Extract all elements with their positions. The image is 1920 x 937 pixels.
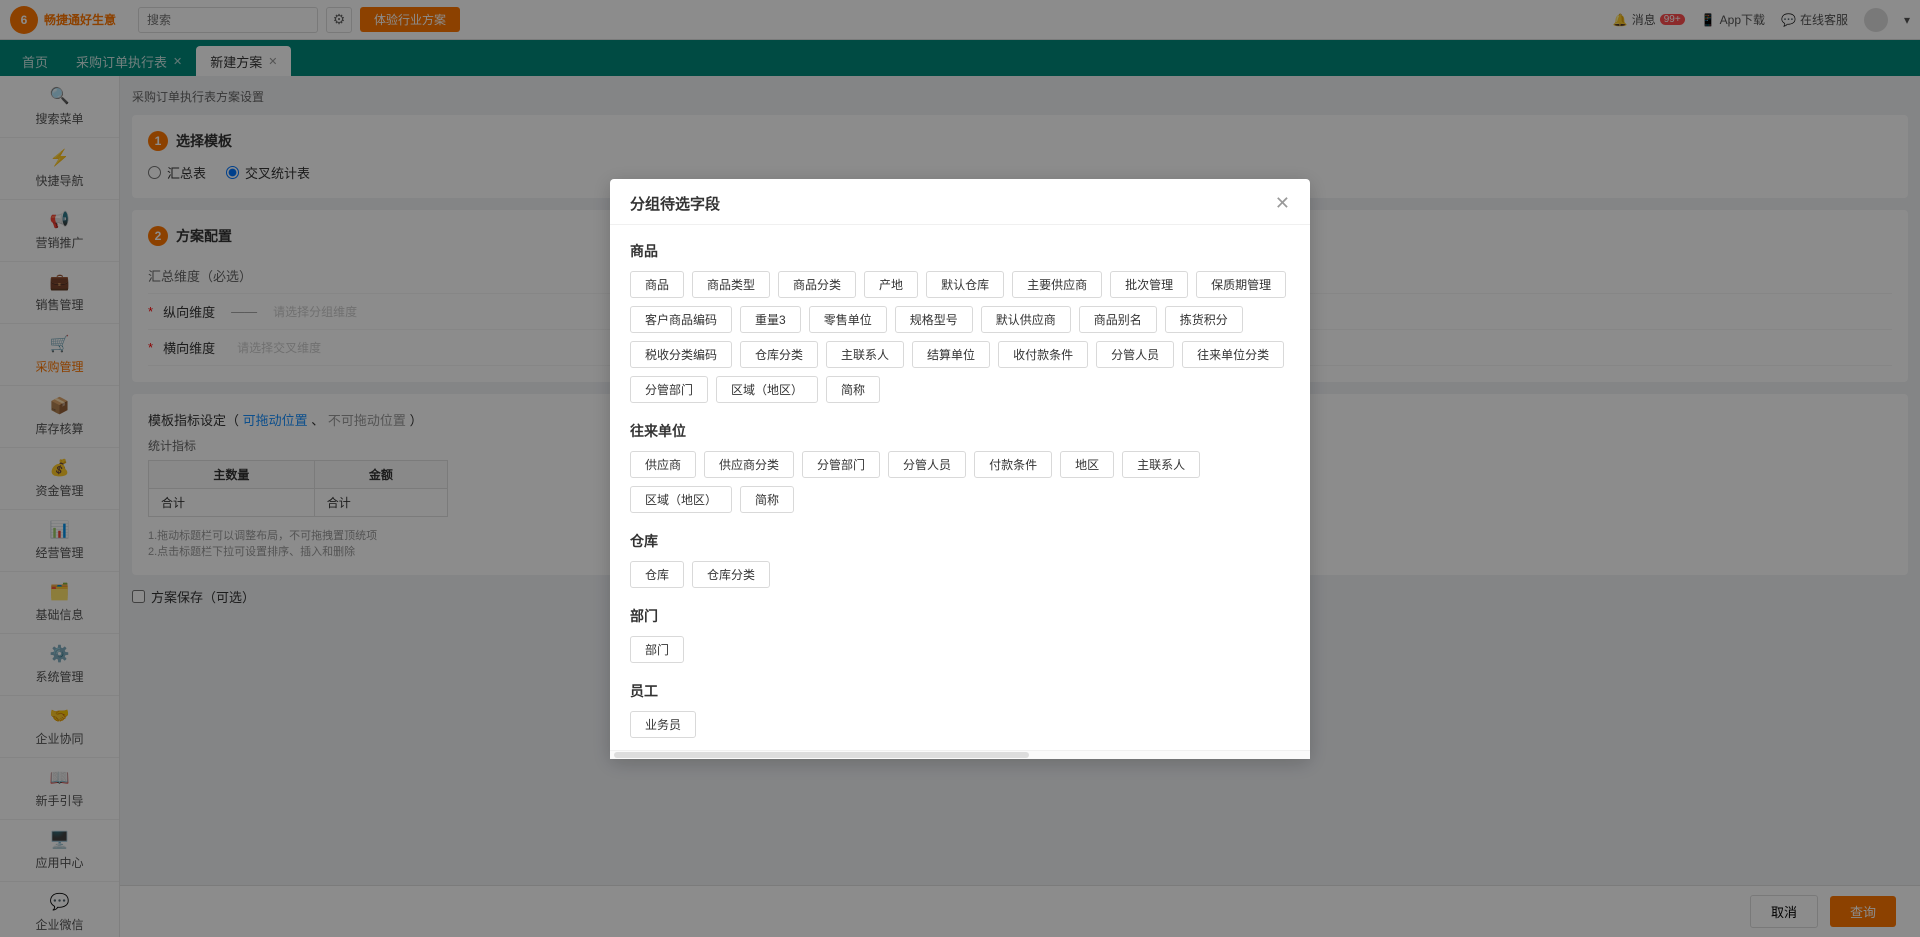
field-tag[interactable]: 主联系人 [826,341,904,368]
section-employee: 员工 业务员 [630,681,1290,738]
field-tag[interactable]: 区域（地区） [630,486,732,513]
field-tag[interactable]: 批次管理 [1110,271,1188,298]
field-tag[interactable]: 主联系人 [1122,451,1200,478]
field-tag[interactable]: 重量3 [740,306,801,333]
field-tag[interactable]: 简称 [826,376,880,403]
field-tag[interactable]: 仓库分类 [740,341,818,368]
field-tag[interactable]: 分管部门 [802,451,880,478]
field-tag[interactable]: 产地 [864,271,918,298]
section-warehouse-title: 仓库 [630,531,1290,551]
field-tag[interactable]: 简称 [740,486,794,513]
modal-overlay[interactable]: 分组待选字段 ✕ 商品 商品 商品类型 商品分类 产地 默认仓库 主要供应商 批… [0,0,1920,937]
field-tag[interactable]: 区域（地区） [716,376,818,403]
field-tag[interactable]: 商品 [630,271,684,298]
field-tag[interactable]: 税收分类编码 [630,341,732,368]
field-tag[interactable]: 商品类型 [692,271,770,298]
field-tag[interactable]: 往来单位分类 [1182,341,1284,368]
field-tag[interactable]: 供应商分类 [704,451,794,478]
field-tag[interactable]: 结算单位 [912,341,990,368]
field-tag[interactable]: 商品分类 [778,271,856,298]
modal-header: 分组待选字段 ✕ [610,179,1310,225]
section-department: 部门 部门 [630,606,1290,663]
section-partner-tags: 供应商 供应商分类 分管部门 分管人员 付款条件 地区 主联系人 区域（地区） … [630,451,1290,513]
field-tag[interactable]: 主要供应商 [1012,271,1102,298]
field-tag[interactable]: 业务员 [630,711,696,738]
section-warehouse-tags: 仓库 仓库分类 [630,561,1290,588]
section-department-title: 部门 [630,606,1290,626]
section-warehouse: 仓库 仓库 仓库分类 [630,531,1290,588]
modal-horizontal-scrollbar[interactable] [610,750,1310,758]
field-tag[interactable]: 客户商品编码 [630,306,732,333]
modal-title: 分组待选字段 [630,193,720,214]
hscroll-thumb [614,752,1029,758]
field-tag[interactable]: 分管部门 [630,376,708,403]
section-goods-title: 商品 [630,241,1290,261]
field-tag[interactable]: 付款条件 [974,451,1052,478]
section-partner: 往来单位 供应商 供应商分类 分管部门 分管人员 付款条件 地区 主联系人 区域… [630,421,1290,513]
field-tag[interactable]: 部门 [630,636,684,663]
field-tag[interactable]: 分管人员 [1096,341,1174,368]
field-tag[interactable]: 收付款条件 [998,341,1088,368]
modal-body: 商品 商品 商品类型 商品分类 产地 默认仓库 主要供应商 批次管理 保质期管理… [610,225,1310,751]
field-tag[interactable]: 拣货积分 [1165,306,1243,333]
field-tag[interactable]: 规格型号 [895,306,973,333]
field-tag[interactable]: 仓库分类 [692,561,770,588]
field-tag[interactable]: 仓库 [630,561,684,588]
modal: 分组待选字段 ✕ 商品 商品 商品类型 商品分类 产地 默认仓库 主要供应商 批… [610,179,1310,759]
section-goods-tags: 商品 商品类型 商品分类 产地 默认仓库 主要供应商 批次管理 保质期管理 客户… [630,271,1290,403]
field-tag[interactable]: 商品别名 [1079,306,1157,333]
field-tag[interactable]: 默认供应商 [981,306,1071,333]
section-partner-title: 往来单位 [630,421,1290,441]
section-goods: 商品 商品 商品类型 商品分类 产地 默认仓库 主要供应商 批次管理 保质期管理… [630,241,1290,403]
modal-close-button[interactable]: ✕ [1275,194,1290,212]
field-tag[interactable]: 供应商 [630,451,696,478]
field-tag[interactable]: 分管人员 [888,451,966,478]
field-tag[interactable]: 保质期管理 [1196,271,1286,298]
section-employee-title: 员工 [630,681,1290,701]
field-tag[interactable]: 默认仓库 [926,271,1004,298]
section-employee-tags: 业务员 [630,711,1290,738]
section-department-tags: 部门 [630,636,1290,663]
field-tag[interactable]: 零售单位 [809,306,887,333]
field-tag[interactable]: 地区 [1060,451,1114,478]
